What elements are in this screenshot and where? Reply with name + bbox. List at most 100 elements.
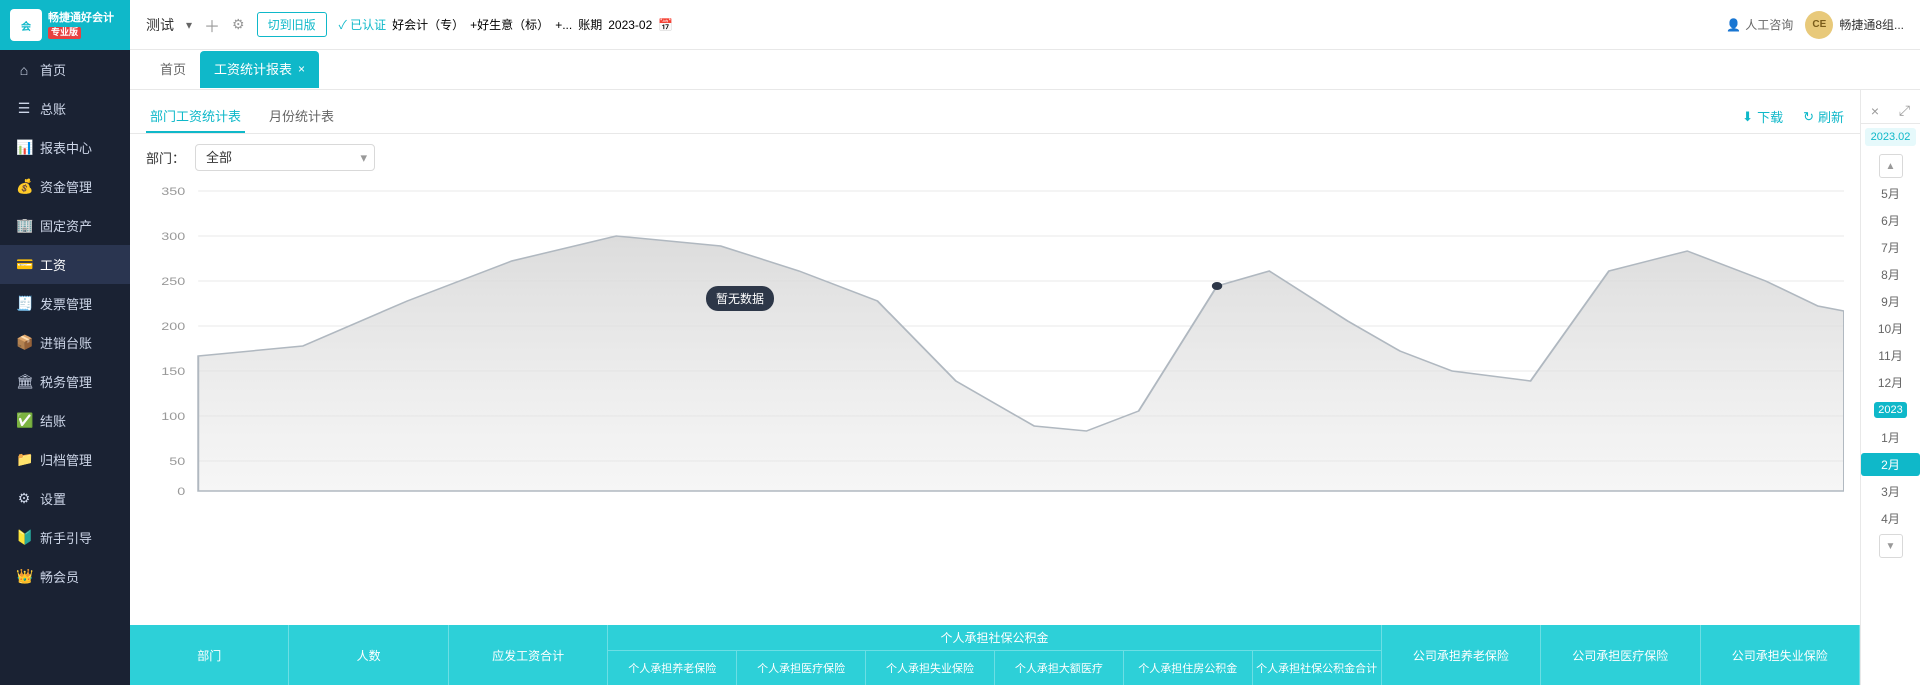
sidebar-item-label: 归档管理 — [40, 450, 92, 469]
logo-text: 畅捷通好会计 专业版 — [48, 11, 114, 40]
sidebar-item-assets[interactable]: 🏢 固定资产 — [0, 206, 130, 245]
download-btn[interactable]: ⬇ 下载 — [1742, 107, 1783, 126]
panel-close-btn[interactable]: × — [1871, 103, 1879, 119]
archive-icon: 📁 — [16, 451, 32, 468]
topbar-add-btn[interactable]: ＋ — [204, 13, 220, 37]
month-9[interactable]: 9月 — [1861, 290, 1920, 313]
tab-home[interactable]: 首页 — [146, 51, 200, 88]
app-logo: 会 畅捷通好会计 专业版 — [0, 0, 130, 50]
sidebar-item-label: 新手引导 — [40, 528, 92, 547]
month-2-active[interactable]: 2月 — [1861, 453, 1920, 476]
user-menu[interactable]: CE 畅捷通8组... — [1805, 11, 1904, 39]
status1: 好会计（专） — [392, 16, 464, 33]
content-area: 部门工资统计表 月份统计表 ⬇ 下载 ↻ 刷新 部门： — [130, 90, 1920, 685]
sidebar-item-reports[interactable]: 📊 报表中心 — [0, 128, 130, 167]
toolbar: 部门： 全部 — [130, 134, 1860, 181]
sidebar-item-label: 进销台账 — [40, 333, 92, 352]
chart-container: 350 300 250 200 150 100 50 0 — [146, 181, 1844, 501]
refresh-btn[interactable]: ↻ 刷新 — [1803, 107, 1844, 126]
month-6[interactable]: 6月 — [1861, 209, 1920, 232]
month-7[interactable]: 7月 — [1861, 236, 1920, 259]
member-icon: 👑 — [16, 568, 32, 585]
table-header: 部门 人数 应发工资合计 个人承担社保公积金 个人承担养老保险 — [130, 625, 1860, 685]
month-3[interactable]: 3月 — [1861, 480, 1920, 503]
month-4[interactable]: 4月 — [1861, 507, 1920, 530]
sidebar-item-label: 设置 — [40, 489, 66, 508]
sidebar-item-label: 总账 — [40, 99, 66, 118]
sidebar-item-label: 畅会员 — [40, 567, 79, 586]
th-company-pension: 公司承担养老保险 — [1382, 625, 1541, 685]
svg-text:50: 50 — [169, 455, 185, 468]
sidebar-item-salary[interactable]: 💳 工资 — [0, 245, 130, 284]
panel-expand-btn[interactable]: ⤢ — [1899, 102, 1910, 119]
certified-badge: ✓ 已认证 — [339, 16, 387, 33]
th-company-medical: 公司承担医疗保险 — [1541, 625, 1700, 685]
switch-old-btn[interactable]: 切到旧版 — [257, 12, 327, 37]
sidebar-item-invoice[interactable]: 🧾 发票管理 — [0, 284, 130, 323]
dept-select[interactable]: 全部 — [195, 144, 375, 171]
sidebar-item-tax[interactable]: 🏛 税务管理 — [0, 362, 130, 401]
svg-text:150: 150 — [161, 365, 185, 378]
sidebar-item-member[interactable]: 👑 畅会员 — [0, 557, 130, 596]
logo-icon: 会 — [10, 9, 42, 41]
sidebar-item-checkout[interactable]: ✅ 结账 — [0, 401, 130, 440]
tab-close-btn[interactable]: × — [298, 62, 305, 76]
th-personal-housing: 个人承担住房公积金 — [1124, 651, 1253, 685]
main-content: 测试 ▾ ＋ ⚙ 切到旧版 ✓ 已认证 好会计（专） +好生意（标） +... … — [130, 0, 1920, 685]
period-label: 账期 — [578, 16, 602, 33]
svg-text:200: 200 — [161, 320, 185, 333]
calendar-icon[interactable]: 📅 — [658, 18, 673, 32]
sub-tab-monthly[interactable]: 月份统计表 — [265, 100, 338, 133]
sales-icon: 📦 — [16, 334, 32, 351]
sub-tab-dept[interactable]: 部门工资统计表 — [146, 100, 245, 133]
sidebar-item-label: 发票管理 — [40, 294, 92, 313]
svg-text:100: 100 — [161, 410, 185, 423]
guide-icon: 🔰 — [16, 529, 32, 546]
month-11[interactable]: 11月 — [1861, 344, 1920, 367]
th-group-personal: 个人承担社保公积金 个人承担养老保险 个人承担医疗保险 个人承担失业保险 — [608, 625, 1381, 685]
settings-icon: ⚙ — [16, 490, 32, 507]
download-icon: ⬇ — [1742, 109, 1753, 125]
month-12[interactable]: 12月 — [1861, 371, 1920, 394]
month-10[interactable]: 10月 — [1861, 317, 1920, 340]
sidebar-item-guide[interactable]: 🔰 新手引导 — [0, 518, 130, 557]
month-8[interactable]: 8月 — [1861, 263, 1920, 286]
table-area: 部门 人数 应发工资合计 个人承担社保公积金 个人承担养老保险 — [130, 625, 1860, 685]
sidebar-item-label: 报表中心 — [40, 138, 92, 157]
sidebar-item-ledger[interactable]: ☰ 总账 — [0, 89, 130, 128]
tab-salary[interactable]: 工资统计报表 × — [200, 51, 319, 88]
topbar-settings-btn[interactable]: ⚙ — [232, 16, 245, 33]
topbar: 测试 ▾ ＋ ⚙ 切到旧版 ✓ 已认证 好会计（专） +好生意（标） +... … — [130, 0, 1920, 50]
company-dropdown[interactable]: ▾ — [186, 18, 192, 32]
panel-top-controls: × ⤢ — [1861, 98, 1920, 124]
month-5[interactable]: 5月 — [1861, 182, 1920, 205]
sidebar-item-archive[interactable]: 📁 归档管理 — [0, 440, 130, 479]
year-down-btn[interactable]: ▼ — [1879, 534, 1903, 558]
sidebar-item-funds[interactable]: 💰 资金管理 — [0, 167, 130, 206]
sidebar-item-label: 固定资产 — [40, 216, 92, 235]
tax-icon: 🏛 — [16, 373, 32, 390]
month-1[interactable]: 1月 — [1861, 426, 1920, 449]
sidebar-item-label: 资金管理 — [40, 177, 92, 196]
sidebar-item-label: 结账 — [40, 411, 66, 430]
avatar: CE — [1805, 11, 1833, 39]
th-count: 人数 — [289, 625, 448, 685]
sidebar-item-home[interactable]: ⌂ 首页 — [0, 50, 130, 89]
sidebar-item-sales[interactable]: 📦 进销台账 — [0, 323, 130, 362]
area-chart — [198, 236, 1844, 491]
sub-tabs: 部门工资统计表 月份统计表 ⬇ 下载 ↻ 刷新 — [130, 90, 1860, 134]
year-up-btn[interactable]: ▲ — [1879, 154, 1903, 178]
svg-text:0: 0 — [177, 485, 185, 498]
help-icon: 👤 — [1726, 18, 1741, 32]
chart-svg: 350 300 250 200 150 100 50 0 — [146, 181, 1844, 501]
svg-text:300: 300 — [161, 230, 185, 243]
svg-text:250: 250 — [161, 275, 185, 288]
salary-icon: 💳 — [16, 256, 32, 273]
assets-icon: 🏢 — [16, 217, 32, 234]
sidebar-item-settings[interactable]: ⚙ 设置 — [0, 479, 130, 518]
sidebar-item-label: 首页 — [40, 60, 66, 79]
th-personal-total: 个人承担社保公积金合计 — [1253, 651, 1381, 685]
chart-area: 350 300 250 200 150 100 50 0 — [130, 181, 1860, 625]
help-btn[interactable]: 👤 人工咨询 — [1726, 16, 1793, 33]
svg-text:350: 350 — [161, 185, 185, 198]
